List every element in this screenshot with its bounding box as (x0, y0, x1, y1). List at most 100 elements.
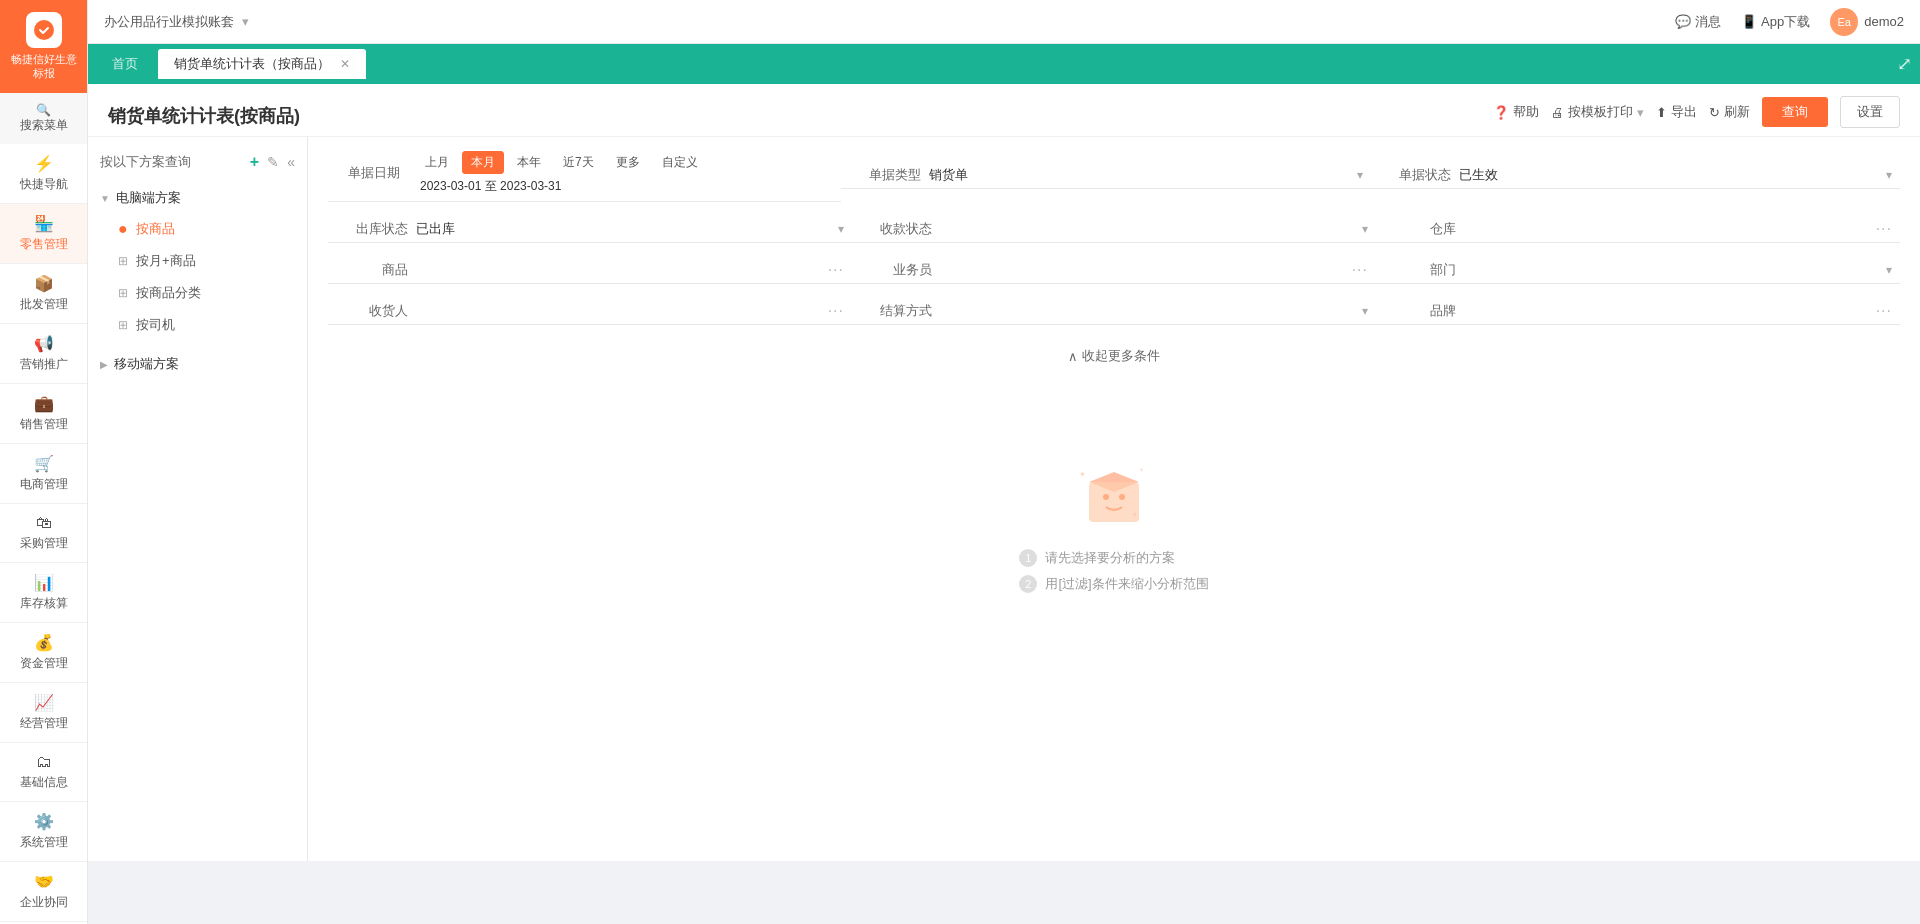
svg-text:✦: ✦ (1132, 511, 1138, 518)
print-button[interactable]: 🖨 按模板打印 ▾ (1551, 103, 1644, 121)
export-button[interactable]: ⬆ 导出 (1656, 103, 1697, 121)
sidebar-item-wholesale[interactable]: 📦 批发管理 (0, 264, 87, 324)
sidebar-item-marketing[interactable]: 📢 营销推广 (0, 324, 87, 384)
scheme-by-product[interactable]: ● 按商品 (88, 213, 307, 245)
sidebar-item-operations[interactable]: 📈 经营管理 (0, 683, 87, 743)
page-inner: 销货单统计计表(按商品) ❓ 帮助 🖨 按模板打印 ▾ ⬆ 导出 (88, 84, 1920, 861)
dept-arrow[interactable]: ▾ (1886, 263, 1892, 277)
empty-state: ✦ ✦ ✦ 1 请先选择要分析的方案 2 (328, 377, 1900, 653)
avatar-text: Ea (1838, 16, 1851, 28)
system-icon: ⚙️ (34, 812, 54, 831)
empty-tip-2: 2 用[过滤]条件来缩小分析范围 (1019, 575, 1208, 593)
wholesale-icon: 📦 (34, 274, 54, 293)
tab-report[interactable]: 销货单统计计表（按商品） ✕ (158, 49, 366, 79)
svg-point-0 (34, 20, 54, 40)
warehouse-dots[interactable]: ··· (1876, 220, 1892, 238)
sidebar-item-sales[interactable]: 💼 销售管理 (0, 384, 87, 444)
by-month-product-label: 按月+商品 (136, 252, 196, 270)
avatar: Ea (1830, 8, 1858, 36)
scheme-by-category[interactable]: ⊞ 按商品分类 (88, 277, 307, 309)
sidebar-item-enterprise[interactable]: 🤝 企业协同 (0, 862, 87, 922)
message-icon: 💬 (1675, 14, 1691, 29)
doc-status-label: 单据状态 (1379, 166, 1459, 184)
tip-num-1: 1 (1019, 549, 1037, 567)
product-dots[interactable]: ··· (828, 261, 844, 279)
panel-title: 按以下方案查询 (100, 153, 191, 171)
export-icon: ⬆ (1656, 105, 1667, 120)
outbound-value: 已出库 (416, 220, 838, 238)
user-label: demo2 (1864, 14, 1904, 29)
tab-expand-button[interactable]: ⤢ (1897, 53, 1912, 75)
page-actions: ❓ 帮助 🖨 按模板打印 ▾ ⬆ 导出 ↻ 刷新 (1493, 96, 1900, 136)
collapse-panel-button[interactable]: « (287, 154, 295, 170)
app-name: 畅捷信好生意 (11, 52, 77, 66)
sidebar-item-shortcut[interactable]: ⚡ 快捷导航 (0, 144, 87, 204)
desktop-section-title[interactable]: ▼ 电脑端方案 (88, 183, 307, 213)
empty-tip-1: 1 请先选择要分析的方案 (1019, 549, 1208, 567)
payment-status-arrow[interactable]: ▾ (1362, 222, 1368, 236)
refresh-button[interactable]: ↻ 刷新 (1709, 103, 1750, 121)
svg-point-2 (1103, 494, 1109, 500)
expand-icon: ⤢ (1897, 54, 1912, 74)
date-tab-more[interactable]: 更多 (607, 151, 649, 174)
sidebar-item-search[interactable]: 🔍 搜索菜单 (0, 93, 87, 144)
app-download-label: App下载 (1761, 13, 1810, 31)
app-download-button[interactable]: 📱 App下载 (1741, 13, 1810, 31)
filter-row-1: 单据日期 上月 本月 本年 近7天 更多 自定义 2023-03-01 至 20… (328, 149, 1900, 202)
doc-status-arrow[interactable]: ▾ (1886, 168, 1892, 182)
finance-icon: 💰 (34, 633, 54, 652)
sidebar-item-ecommerce[interactable]: 🛒 电商管理 (0, 444, 87, 504)
date-range-value: 2023-03-01 至 2023-03-31 (420, 178, 561, 195)
system-label: 系统管理 (20, 834, 68, 851)
mobile-section-title[interactable]: ▶ 移动端方案 (88, 349, 307, 379)
breadcrumb: 办公用品行业模拟账套 (104, 13, 234, 31)
active-dot-icon: ● (118, 220, 128, 238)
sidebar-item-retail[interactable]: 🏪 零售管理 (0, 204, 87, 264)
basic-label: 基础信息 (20, 774, 68, 791)
brand-dots[interactable]: ··· (1876, 302, 1892, 320)
tab-home[interactable]: 首页 (96, 49, 154, 79)
scheme-by-driver[interactable]: ⊞ 按司机 (88, 309, 307, 341)
sales-icon: 💼 (34, 394, 54, 413)
page-title: 销货单统计计表(按商品) (108, 104, 300, 128)
date-tab-custom[interactable]: 自定义 (653, 151, 707, 174)
date-tab-7days[interactable]: 近7天 (554, 151, 603, 174)
sidebar-item-basic[interactable]: 🗂 基础信息 (0, 743, 87, 802)
svg-point-3 (1119, 494, 1125, 500)
payment-method-label: 结算方式 (860, 302, 940, 320)
receiver-dots[interactable]: ··· (828, 302, 844, 320)
sidebar-item-purchase[interactable]: 🛍 采购管理 (0, 504, 87, 563)
help-button[interactable]: ❓ 帮助 (1493, 103, 1539, 121)
sidebar-item-finance[interactable]: 💰 资金管理 (0, 623, 87, 683)
sidebar-item-inventory[interactable]: 📊 库存核算 (0, 563, 87, 623)
top-header: 办公用品行业模拟账套 ▾ 💬 消息 📱 App下载 Ea demo2 (88, 0, 1920, 44)
payment-method-arrow[interactable]: ▾ (1362, 304, 1368, 318)
tip-text-1: 请先选择要分析的方案 (1045, 549, 1175, 567)
settings-button[interactable]: 设置 (1840, 96, 1900, 128)
retail-icon: 🏪 (34, 214, 54, 233)
collapse-arrow-icon: ∧ (1068, 349, 1078, 364)
enterprise-label: 企业协同 (20, 894, 68, 911)
grid-icon-2: ⊞ (118, 286, 128, 300)
edit-scheme-button[interactable]: ✎ (267, 154, 279, 170)
add-scheme-button[interactable]: + (250, 153, 259, 171)
sidebar-item-system[interactable]: ⚙️ 系统管理 (0, 802, 87, 862)
mobile-label: 移动端方案 (114, 355, 179, 373)
basic-icon: 🗂 (36, 753, 52, 771)
scheme-by-month-product[interactable]: ⊞ 按月+商品 (88, 245, 307, 277)
user-menu-button[interactable]: Ea demo2 (1830, 8, 1904, 36)
tab-home-label: 首页 (112, 55, 138, 73)
doc-type-arrow[interactable]: ▾ (1357, 168, 1363, 182)
date-tab-this-year[interactable]: 本年 (508, 151, 550, 174)
date-tab-this-month[interactable]: 本月 (462, 151, 504, 174)
query-button[interactable]: 查询 (1762, 97, 1828, 127)
wholesale-label: 批发管理 (20, 296, 68, 313)
date-tab-last-month[interactable]: 上月 (416, 151, 458, 174)
tab-close-icon[interactable]: ✕ (340, 57, 350, 71)
page-body: 销货单统计计表(按商品) ❓ 帮助 🖨 按模板打印 ▾ ⬆ 导出 (88, 84, 1920, 924)
salesperson-dots[interactable]: ··· (1352, 261, 1368, 279)
dropdown-arrow[interactable]: ▾ (242, 14, 249, 29)
outbound-arrow[interactable]: ▾ (838, 222, 844, 236)
message-button[interactable]: 💬 消息 (1675, 13, 1721, 31)
collapse-bar[interactable]: ∧ 收起更多条件 (328, 339, 1900, 377)
